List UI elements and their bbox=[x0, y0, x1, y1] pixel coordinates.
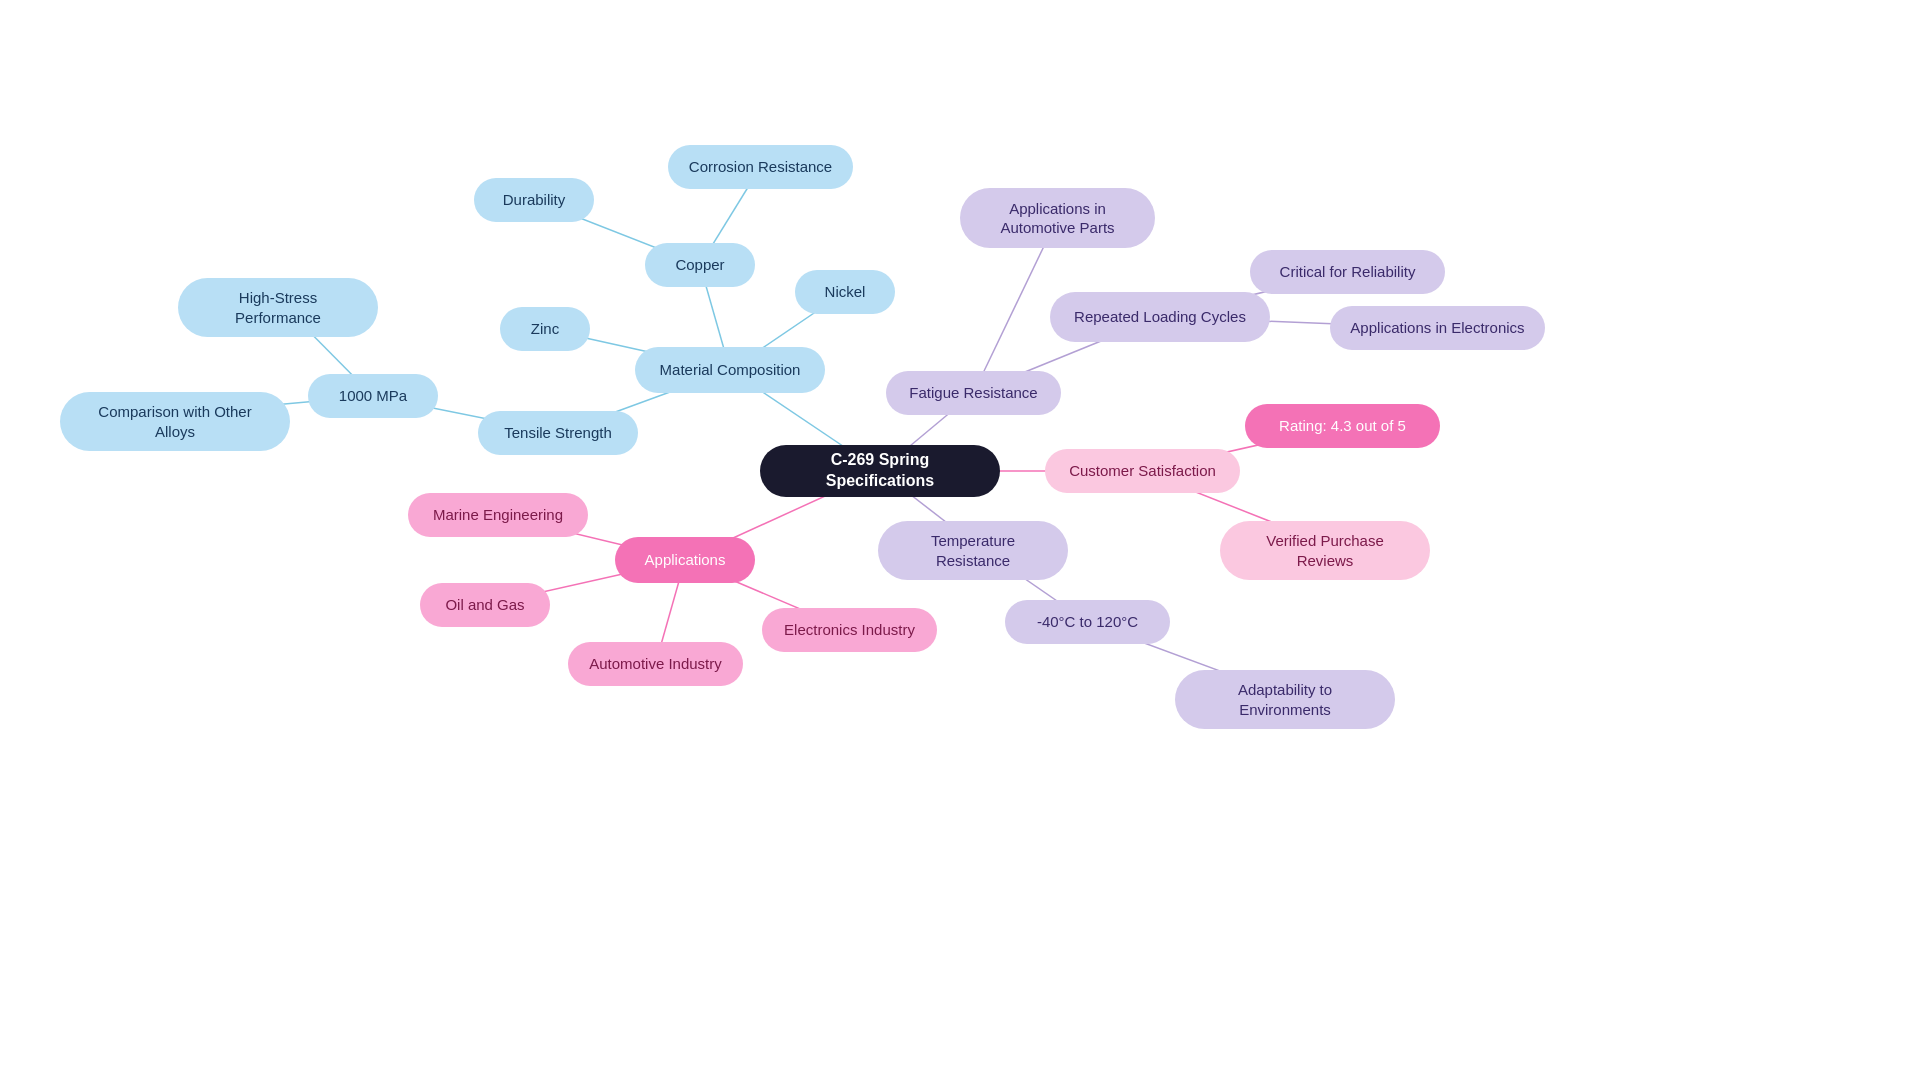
zinc-node[interactable]: Zinc bbox=[500, 307, 590, 351]
electronics-ind-node[interactable]: Electronics Industry bbox=[762, 608, 937, 652]
temperature-resistance-node[interactable]: Temperature Resistance bbox=[878, 521, 1068, 580]
oil-gas-node[interactable]: Oil and Gas bbox=[420, 583, 550, 627]
tensile-strength-node[interactable]: Tensile Strength bbox=[478, 411, 638, 455]
durability-node[interactable]: Durability bbox=[474, 178, 594, 222]
comparison-node[interactable]: Comparison with Other Alloys bbox=[60, 392, 290, 451]
customer-satisfaction-node[interactable]: Customer Satisfaction bbox=[1045, 449, 1240, 493]
adaptability-node[interactable]: Adaptability to Environments bbox=[1175, 670, 1395, 729]
center-node[interactable]: C-269 Spring Specifications bbox=[760, 445, 1000, 497]
repeated-loading-node[interactable]: Repeated Loading Cycles bbox=[1050, 292, 1270, 342]
automotive-node[interactable]: Automotive Industry bbox=[568, 642, 743, 686]
rating-node[interactable]: Rating: 4.3 out of 5 bbox=[1245, 404, 1440, 448]
applications-node[interactable]: Applications bbox=[615, 537, 755, 583]
applications-electronics-node[interactable]: Applications in Electronics bbox=[1330, 306, 1545, 350]
marine-node[interactable]: Marine Engineering bbox=[408, 493, 588, 537]
verified-reviews-node[interactable]: Verified Purchase Reviews bbox=[1220, 521, 1430, 580]
1000mpa-node[interactable]: 1000 MPa bbox=[308, 374, 438, 418]
critical-reliability-node[interactable]: Critical for Reliability bbox=[1250, 250, 1445, 294]
corrosion-resistance-node[interactable]: Corrosion Resistance bbox=[668, 145, 853, 189]
copper-node[interactable]: Copper bbox=[645, 243, 755, 287]
temp-range-node[interactable]: -40°C to 120°C bbox=[1005, 600, 1170, 644]
material-composition-node[interactable]: Material Composition bbox=[635, 347, 825, 393]
auto-parts-node[interactable]: Applications in Automotive Parts bbox=[960, 188, 1155, 248]
high-stress-node[interactable]: High-Stress Performance bbox=[178, 278, 378, 337]
nickel-node[interactable]: Nickel bbox=[795, 270, 895, 314]
fatigue-resistance-node[interactable]: Fatigue Resistance bbox=[886, 371, 1061, 415]
